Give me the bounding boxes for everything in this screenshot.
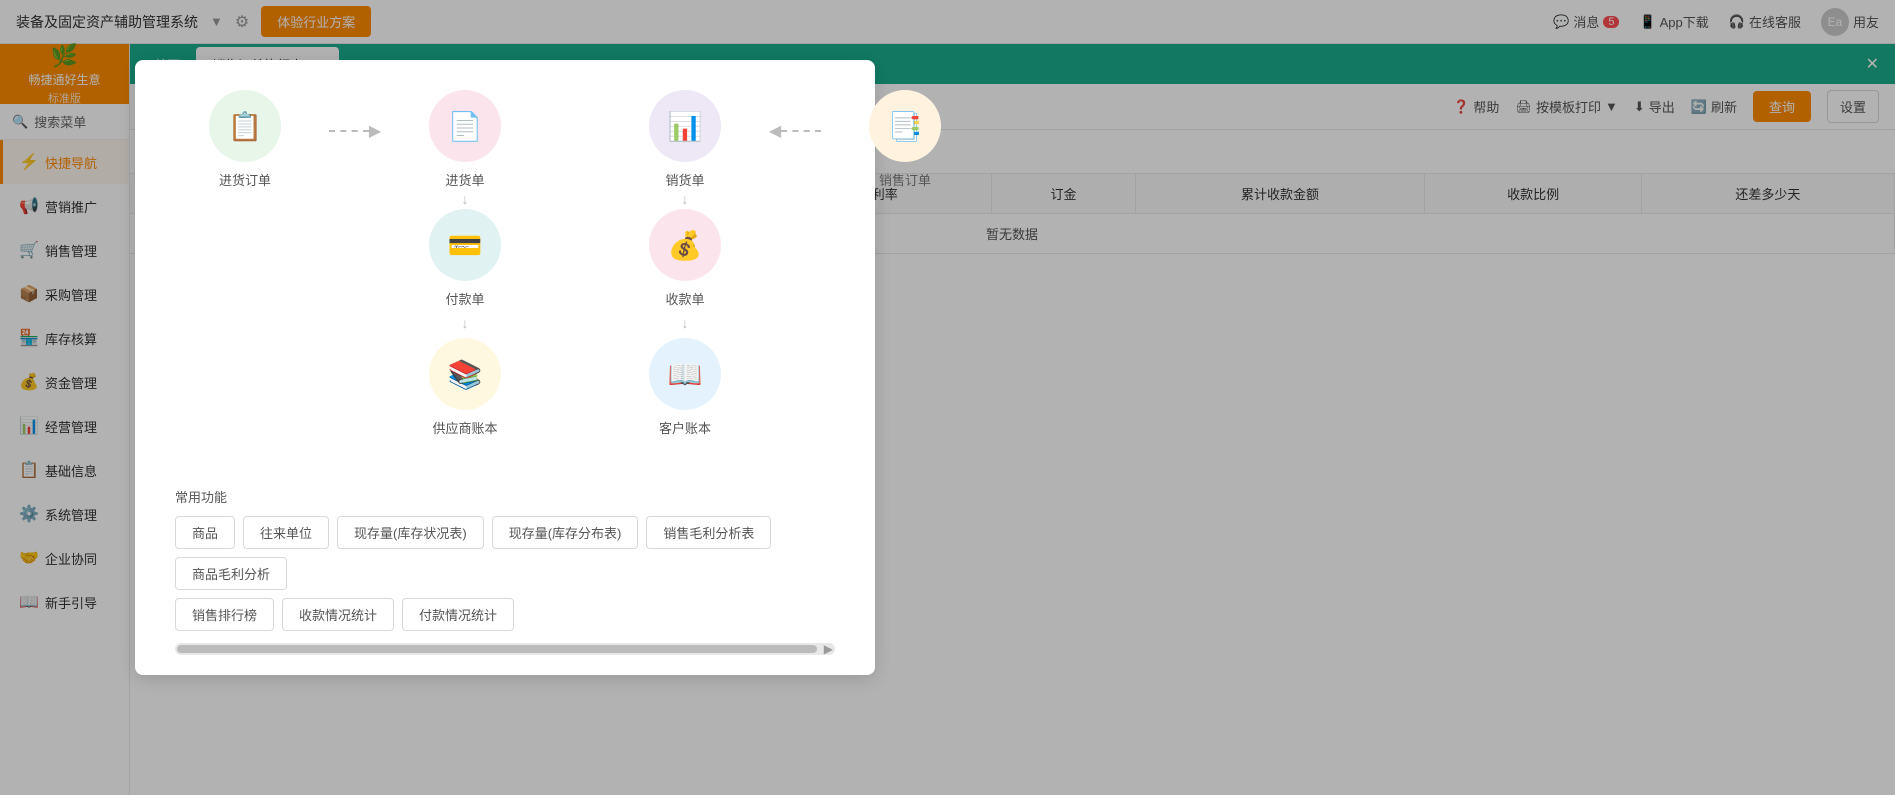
func-btn-sales-rank[interactable]: 销售排行榜 <box>175 598 274 631</box>
arrow-order-to-sales-bill: ◀ <box>769 121 821 141</box>
arrow-purchase-to-bill: ▶ <box>329 121 381 141</box>
overlay[interactable]: 📋 进货订单 ▶ 📄 进货单 📊 销货单 ◀ <box>0 0 1895 795</box>
func-btn-stock-status[interactable]: 现存量(库存状况表) <box>337 516 484 549</box>
arrow-down-purchase: ↓ <box>462 191 469 207</box>
sales-bill-icon: 📊 <box>649 90 721 162</box>
scroll-right-icon[interactable]: ▶ <box>824 643 833 655</box>
flow-node-sales-bill[interactable]: 📊 销货单 <box>649 90 721 189</box>
popup-scrollbar[interactable]: ▶ <box>175 643 835 655</box>
purchase-order-icon: 📋 <box>209 90 281 162</box>
sales-order-icon: 📑 <box>869 90 941 162</box>
flow-node-purchase-bill[interactable]: 📄 进货单 <box>429 90 501 189</box>
supplier-icon: 📚 <box>429 338 501 410</box>
purchase-order-label: 进货订单 <box>219 170 271 189</box>
sales-order-label: 销售订单 <box>879 170 931 189</box>
arrow-down-sales: ↓ <box>682 191 689 207</box>
flow-node-supplier[interactable]: 📚 供应商账本 <box>429 338 501 437</box>
flow-node-purchase-order[interactable]: 📋 进货订单 <box>209 90 281 189</box>
func-btn-goods[interactable]: 商品 <box>175 516 235 549</box>
popup-scrollbar-thumb <box>177 645 817 653</box>
customer-label: 客户账本 <box>659 418 711 437</box>
purchase-bill-icon: 📄 <box>429 90 501 162</box>
func-btn-payment-stats[interactable]: 付款情况统计 <box>402 598 514 631</box>
arrow-down-receipt: ↓ <box>682 315 689 331</box>
sales-bill-label: 销货单 <box>665 170 704 189</box>
func-btn-sales-profit[interactable]: 销售毛利分析表 <box>646 516 771 549</box>
flow-node-sales-order[interactable]: 📑 销售订单 <box>869 90 941 189</box>
receipt-label: 收款单 <box>665 289 704 308</box>
btn-group-2: 销售排行榜 收款情况统计 付款情况统计 <box>175 598 835 631</box>
flow-node-customer[interactable]: 📖 客户账本 <box>649 338 721 437</box>
payment-icon: 💳 <box>429 209 501 281</box>
payment-label: 付款单 <box>445 289 484 308</box>
func-btn-stock-dist[interactable]: 现存量(库存分布表) <box>492 516 639 549</box>
flow-node-receipt[interactable]: 💰 收款单 <box>649 209 721 308</box>
purchase-bill-label: 进货单 <box>445 170 484 189</box>
func-btn-receipt-stats[interactable]: 收款情况统计 <box>282 598 394 631</box>
popup: 📋 进货订单 ▶ 📄 进货单 📊 销货单 ◀ <box>135 60 875 675</box>
receipt-icon: 💰 <box>649 209 721 281</box>
btn-group-1: 商品 往来单位 现存量(库存状况表) 现存量(库存分布表) 销售毛利分析表 商品… <box>175 516 835 590</box>
flow-node-payment[interactable]: 💳 付款单 <box>429 209 501 308</box>
func-btn-partner[interactable]: 往来单位 <box>243 516 329 549</box>
func-btn-goods-profit[interactable]: 商品毛利分析 <box>175 557 287 590</box>
customer-icon: 📖 <box>649 338 721 410</box>
common-functions: 常用功能 商品 往来单位 现存量(库存状况表) 现存量(库存分布表) 销售毛利分… <box>175 487 835 631</box>
flow-diagram: 📋 进货订单 ▶ 📄 进货单 📊 销货单 ◀ <box>175 90 835 467</box>
arrow-down-payment: ↓ <box>462 315 469 331</box>
common-functions-title: 常用功能 <box>175 487 835 506</box>
supplier-label: 供应商账本 <box>432 418 497 437</box>
